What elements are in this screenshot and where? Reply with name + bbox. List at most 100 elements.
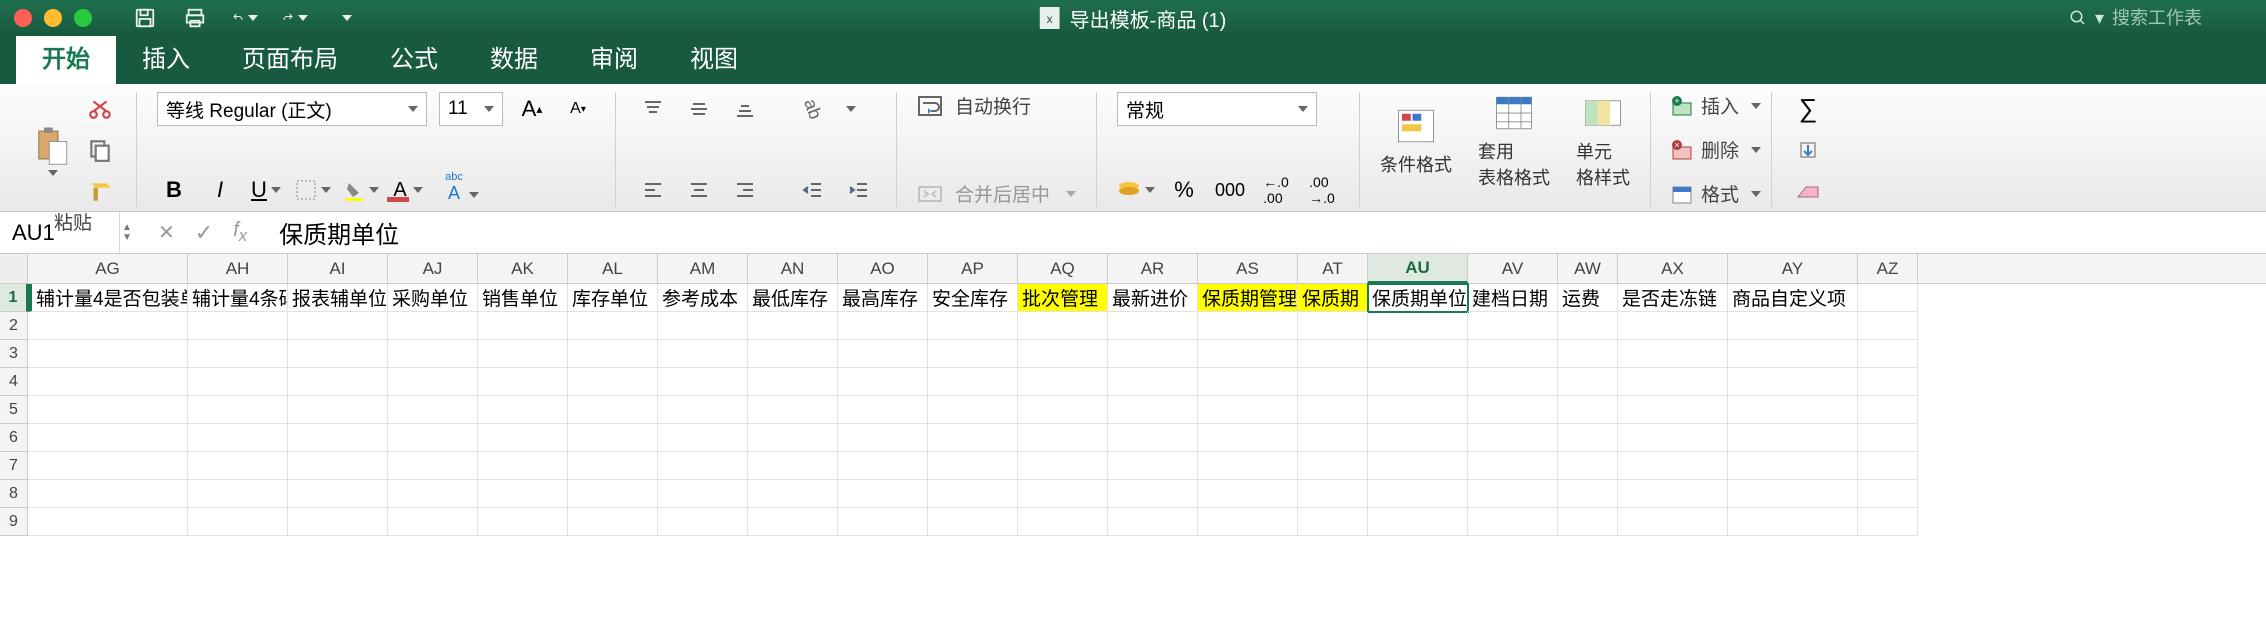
- cell[interactable]: [188, 312, 288, 340]
- cell[interactable]: 参考成本: [658, 284, 748, 312]
- cell[interactable]: [28, 340, 188, 368]
- cell[interactable]: [1368, 424, 1468, 452]
- cell[interactable]: [188, 480, 288, 508]
- cell[interactable]: [388, 312, 478, 340]
- col-header-AZ[interactable]: AZ: [1858, 254, 1918, 283]
- cell[interactable]: 辅计量4是否包装单位: [28, 284, 188, 312]
- font-color-button[interactable]: A: [391, 173, 425, 207]
- col-header-AX[interactable]: AX: [1618, 254, 1728, 283]
- tab-审阅[interactable]: 审阅: [564, 29, 664, 84]
- cell[interactable]: [1618, 424, 1728, 452]
- cell[interactable]: [288, 424, 388, 452]
- cell[interactable]: [1108, 340, 1198, 368]
- cell[interactable]: [188, 508, 288, 536]
- cell[interactable]: [1468, 452, 1558, 480]
- cell[interactable]: [1018, 424, 1108, 452]
- cell[interactable]: [478, 396, 568, 424]
- cell[interactable]: [1558, 480, 1618, 508]
- cell[interactable]: 保质期单位: [1368, 284, 1468, 312]
- cell[interactable]: [838, 340, 928, 368]
- cell[interactable]: [1558, 368, 1618, 396]
- cell[interactable]: [1018, 340, 1108, 368]
- print-icon[interactable]: [182, 5, 208, 31]
- autosum-icon[interactable]: ∑: [1792, 92, 1824, 124]
- tab-公式[interactable]: 公式: [364, 29, 464, 84]
- decrease-decimal-icon[interactable]: .00→.0: [1305, 173, 1339, 207]
- cell[interactable]: [478, 480, 568, 508]
- cell[interactable]: [1298, 368, 1368, 396]
- format-painter-icon[interactable]: [84, 176, 116, 208]
- save-icon[interactable]: [132, 5, 158, 31]
- cell[interactable]: [658, 452, 748, 480]
- cell[interactable]: 安全库存: [928, 284, 1018, 312]
- cell[interactable]: [388, 340, 478, 368]
- cell[interactable]: [568, 480, 658, 508]
- cell[interactable]: 库存单位: [568, 284, 658, 312]
- cell[interactable]: [568, 368, 658, 396]
- cell[interactable]: [1368, 508, 1468, 536]
- col-header-AN[interactable]: AN: [748, 254, 838, 283]
- delete-button[interactable]: ×删除: [1671, 136, 1761, 163]
- minimize-window[interactable]: [44, 9, 62, 27]
- cell[interactable]: [1198, 340, 1298, 368]
- cell[interactable]: [1618, 368, 1728, 396]
- row-header[interactable]: 8: [0, 480, 28, 508]
- cell[interactable]: [1728, 340, 1858, 368]
- row-header[interactable]: 5: [0, 396, 28, 424]
- cell[interactable]: [1728, 424, 1858, 452]
- cell[interactable]: [288, 452, 388, 480]
- cell[interactable]: 报表辅单位: [288, 284, 388, 312]
- cell[interactable]: [28, 508, 188, 536]
- col-header-AW[interactable]: AW: [1558, 254, 1618, 283]
- cell[interactable]: [1108, 312, 1198, 340]
- col-header-AO[interactable]: AO: [838, 254, 928, 283]
- cell-style-button[interactable]: 单元 格样式: [1576, 92, 1630, 190]
- table-format-button[interactable]: 套用 表格格式: [1478, 92, 1550, 190]
- cell[interactable]: [838, 368, 928, 396]
- cell[interactable]: [1368, 312, 1468, 340]
- cell[interactable]: 销售单位: [478, 284, 568, 312]
- cell[interactable]: [928, 368, 1018, 396]
- decrease-font-icon[interactable]: A▾: [561, 92, 595, 126]
- cell[interactable]: [1198, 480, 1298, 508]
- cell[interactable]: [1368, 396, 1468, 424]
- customize-qat-icon[interactable]: [332, 5, 358, 31]
- cell[interactable]: [1468, 508, 1558, 536]
- col-header-AG[interactable]: AG: [28, 254, 188, 283]
- cell[interactable]: [28, 452, 188, 480]
- cell[interactable]: [1618, 508, 1728, 536]
- cell[interactable]: [1108, 396, 1198, 424]
- tab-页面布局[interactable]: 页面布局: [216, 29, 364, 84]
- cell[interactable]: [1298, 312, 1368, 340]
- cell[interactable]: [1618, 312, 1728, 340]
- cell[interactable]: [1298, 340, 1368, 368]
- maximize-window[interactable]: [74, 9, 92, 27]
- cell[interactable]: [568, 312, 658, 340]
- copy-icon[interactable]: [84, 134, 116, 166]
- cell[interactable]: [1368, 368, 1468, 396]
- conditional-format-button[interactable]: 条件格式: [1380, 105, 1452, 177]
- cell[interactable]: [478, 312, 568, 340]
- cell[interactable]: [928, 340, 1018, 368]
- cell[interactable]: [1298, 396, 1368, 424]
- cell[interactable]: [1108, 424, 1198, 452]
- cell[interactable]: [28, 312, 188, 340]
- accept-formula-icon[interactable]: ✓: [195, 220, 213, 246]
- col-header-AR[interactable]: AR: [1108, 254, 1198, 283]
- col-header-AM[interactable]: AM: [658, 254, 748, 283]
- align-top-icon[interactable]: [636, 92, 670, 126]
- cell[interactable]: [1298, 508, 1368, 536]
- cell[interactable]: 采购单位: [388, 284, 478, 312]
- cell[interactable]: [928, 396, 1018, 424]
- cell[interactable]: [568, 340, 658, 368]
- font-size-combo[interactable]: 11: [439, 92, 503, 126]
- col-header-AV[interactable]: AV: [1468, 254, 1558, 283]
- worksheet-grid[interactable]: AGAHAIAJAKALAMANAOAPAQARASATAUAVAWAXAYAZ…: [0, 254, 2266, 536]
- cell[interactable]: [188, 452, 288, 480]
- cell[interactable]: [288, 340, 388, 368]
- cell[interactable]: [658, 396, 748, 424]
- redo-icon[interactable]: [282, 5, 308, 31]
- increase-decimal-icon[interactable]: ←.0.00: [1259, 173, 1293, 207]
- col-header-AP[interactable]: AP: [928, 254, 1018, 283]
- cell[interactable]: [1468, 396, 1558, 424]
